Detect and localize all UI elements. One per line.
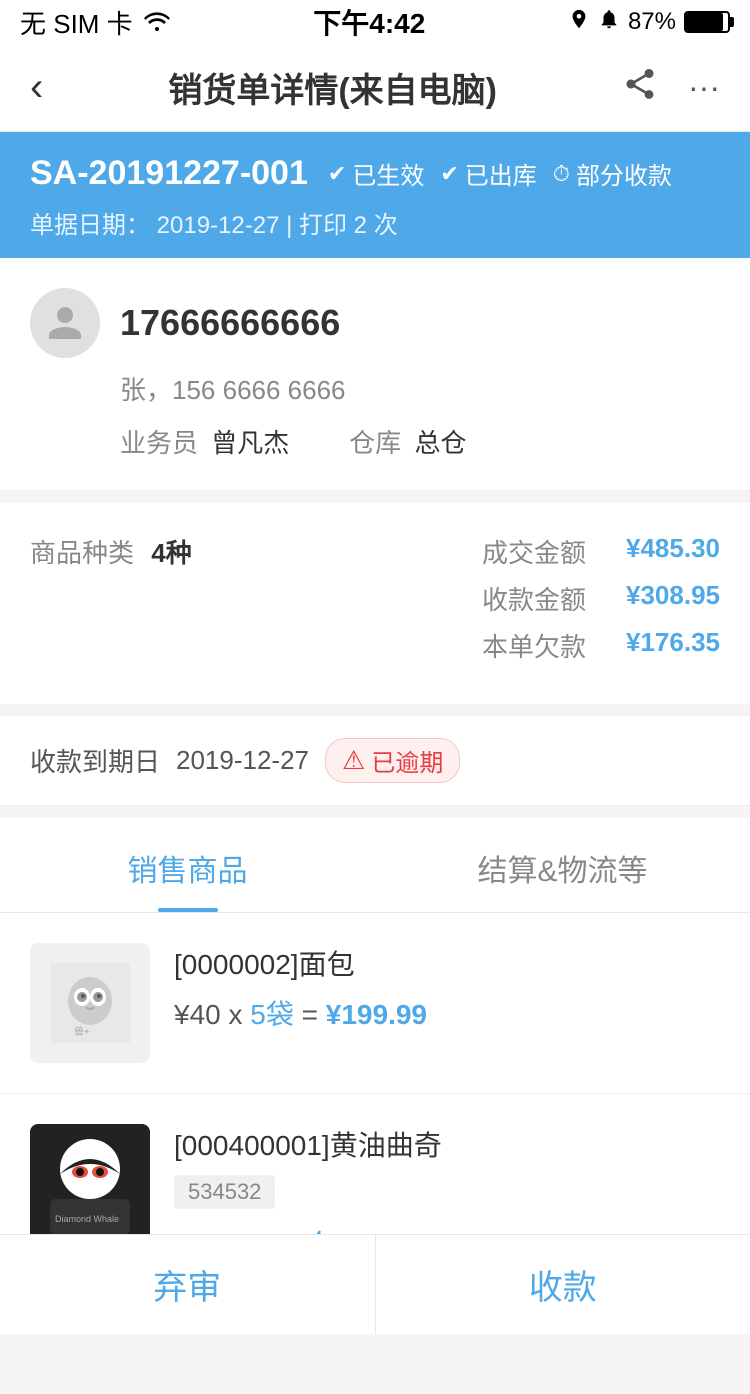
warehouse-field: 仓库 总仓 [349, 423, 466, 460]
customer-row: 17666666666 [30, 288, 720, 358]
due-label: 收款到期日 [30, 742, 160, 779]
received-row: 收款金额 ¥308.95 [482, 580, 720, 617]
debt-row: 本单欠款 ¥176.35 [482, 627, 720, 664]
collect-payment-button[interactable]: 收款 [376, 1235, 750, 1334]
battery-icon [684, 11, 730, 33]
wifi-icon [143, 7, 171, 38]
overdue-icon: ⚠ [342, 745, 365, 776]
summary-section: 商品种类 4种 成交金额 ¥485.30 收款金额 ¥308.95 本单欠款 ¥… [0, 491, 750, 716]
amount-summary: 成交金额 ¥485.30 收款金额 ¥308.95 本单欠款 ¥176.35 [482, 533, 720, 674]
svg-text:兽+: 兽+ [74, 1025, 90, 1038]
back-button[interactable]: ‹ [30, 65, 43, 110]
alarm-icon [598, 8, 620, 37]
battery-percent: 87% [628, 8, 676, 36]
location-icon [568, 8, 590, 37]
category-summary: 商品种类 4种 [30, 533, 192, 674]
product-info-1: [0000002]面包 ¥40 x 5袋 = ¥199.99 [174, 943, 720, 1033]
cancel-review-button[interactable]: 弃审 [0, 1235, 376, 1334]
nav-actions: ··· [622, 66, 720, 110]
nav-bar: ‹ 销货单详情(来自电脑) ··· [0, 44, 750, 132]
product-item-1: 兽+ [0000002]面包 ¥40 x 5袋 = ¥199.99 [0, 913, 750, 1094]
order-header: SA-20191227-001 ✔ 已生效 ✔ 已出库 ⏱ 部分收款 单据日期：… [0, 132, 750, 258]
carrier-text: 无 SIM 卡 [20, 4, 133, 41]
product-name-1: [0000002]面包 [174, 943, 720, 983]
tab-products[interactable]: 销售商品 [0, 818, 375, 912]
more-icon[interactable]: ··· [688, 69, 720, 106]
due-section: 收款到期日 2019-12-27 ⚠ 已逾期 [0, 716, 750, 806]
overdue-badge: ⚠ 已逾期 [325, 738, 460, 783]
bottom-bar: 弃审 收款 [0, 1234, 750, 1334]
avatar [30, 288, 100, 358]
customer-meta: 业务员 曾凡杰 仓库 总仓 [120, 423, 720, 460]
customer-section: 17666666666 张，156 6666 6666 业务员 曾凡杰 仓库 总… [0, 258, 750, 491]
check-icon-1: ✔ [328, 161, 346, 187]
status-bar: 无 SIM 卡 下午4:42 87% [0, 0, 750, 44]
tab-settlement[interactable]: 结算&物流等 [375, 818, 750, 912]
check-icon-2: ✔ [440, 161, 458, 187]
product-thumb-1: 兽+ [30, 943, 150, 1063]
status-right: 87% [568, 8, 730, 37]
status-badges: ✔ 已生效 ✔ 已出库 ⏱ 部分收款 [328, 156, 672, 191]
due-date: 2019-12-27 [176, 745, 309, 776]
share-icon[interactable] [622, 66, 658, 110]
order-id: SA-20191227-001 [30, 154, 308, 193]
product-price-1: ¥40 x 5袋 = ¥199.99 [174, 993, 720, 1033]
badge-active: ✔ 已生效 [328, 156, 424, 191]
product-thumb-2: Diamond Whale [30, 1124, 150, 1244]
page-title: 销货单详情(来自电脑) [168, 63, 497, 112]
clock-icon: ⏱ [553, 161, 570, 187]
svg-text:Diamond Whale: Diamond Whale [55, 1214, 119, 1224]
badge-shipped: ✔ 已出库 [440, 156, 536, 191]
order-date-line: 单据日期： 2019-12-27 | 打印 2 次 [30, 205, 720, 240]
total-row: 成交金额 ¥485.30 [482, 533, 720, 570]
salesperson-field: 业务员 曾凡杰 [120, 423, 289, 460]
badge-partial: ⏱ 部分收款 [553, 156, 672, 191]
product-sku-2: 534532 [174, 1175, 275, 1209]
customer-id: 17666666666 [120, 302, 340, 344]
status-time: 下午4:42 [313, 2, 425, 42]
product-tabs: 销售商品 结算&物流等 [0, 818, 750, 913]
status-carrier: 无 SIM 卡 [20, 4, 171, 41]
product-name-2: [000400001]黄油曲奇 [174, 1124, 720, 1164]
customer-sub: 张，156 6666 6666 [120, 370, 720, 407]
